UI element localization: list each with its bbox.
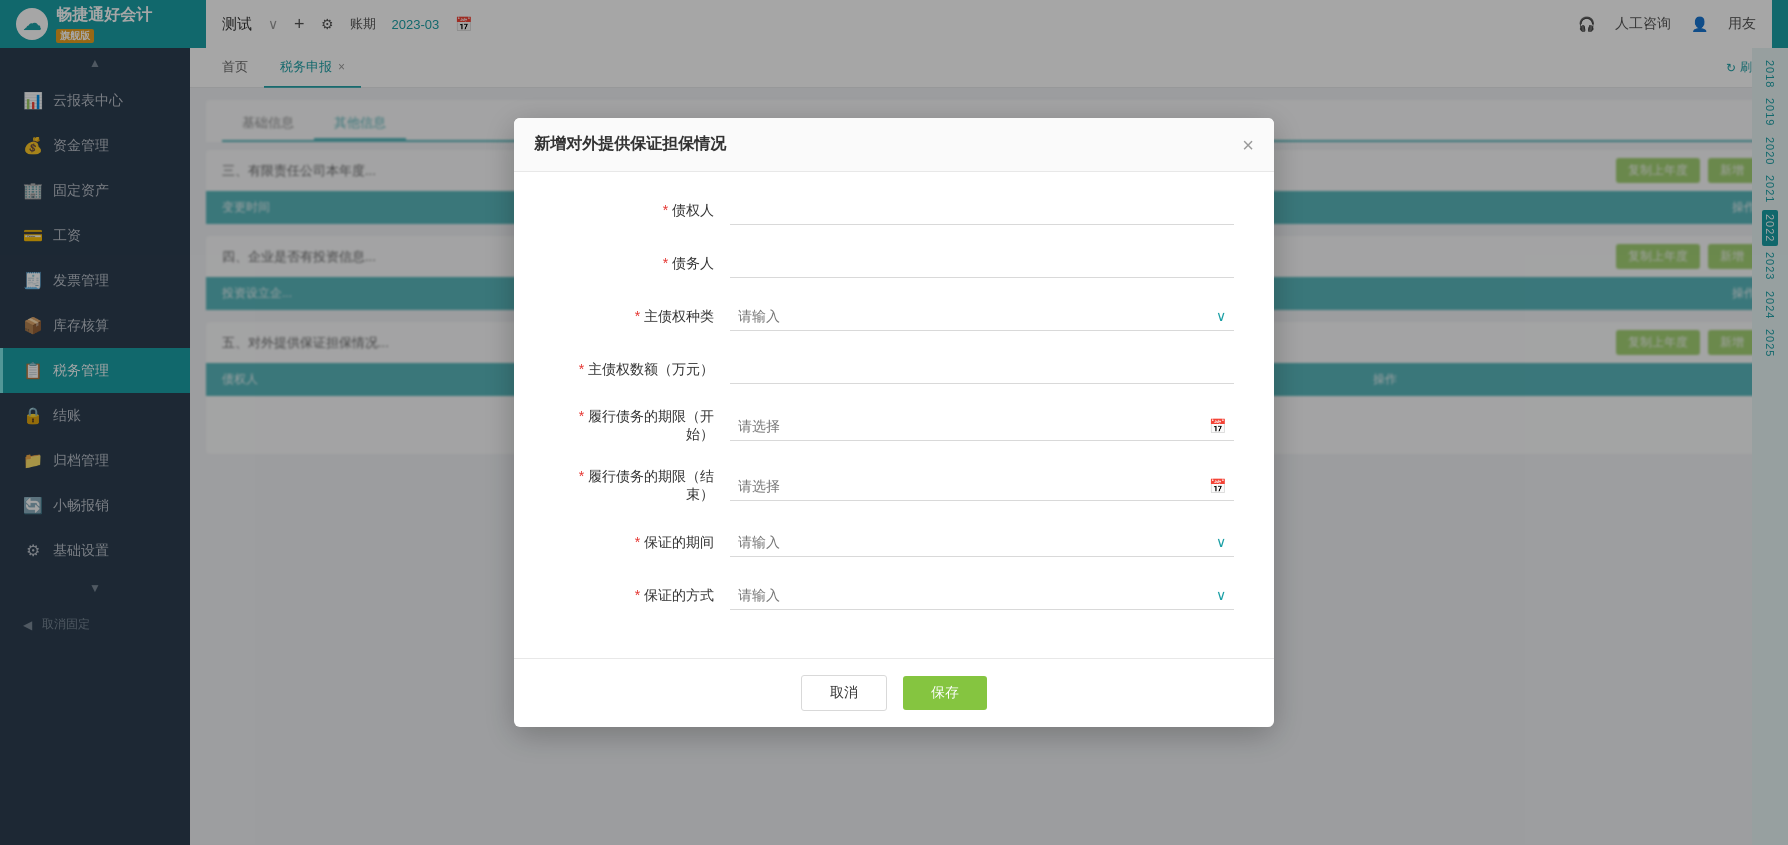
period-end-input[interactable] <box>738 478 1209 494</box>
guarantee-period-select[interactable]: ∨ <box>730 528 1234 557</box>
guarantee-method-select[interactable]: ∨ <box>730 581 1234 610</box>
modal-overlay: 新增对外提供保证担保情况 × * 债权人 * 债务人 <box>0 0 1788 845</box>
debt-type-input[interactable] <box>738 308 1216 324</box>
modal-footer: 取消 保存 <box>514 658 1274 727</box>
modal-body: * 债权人 * 债务人 * 主债权种类 <box>514 172 1274 658</box>
form-row-creditor: * 债权人 <box>554 196 1234 225</box>
form-row-debtor: * 债务人 <box>554 249 1234 278</box>
guarantee-method-input[interactable] <box>738 587 1216 603</box>
debt-type-required-star: * <box>635 308 640 324</box>
debt-type-label: * 主债权种类 <box>554 308 714 326</box>
modal-title: 新增对外提供保证担保情况 <box>534 134 726 155</box>
debt-amount-required-star: * <box>579 361 584 377</box>
guarantee-period-label: * 保证的期间 <box>554 534 714 552</box>
guarantee-period-input[interactable] <box>738 534 1216 550</box>
period-start-label: * 履行债务的期限（开始） <box>554 408 714 444</box>
period-start-calendar-icon: 📅 <box>1209 418 1226 434</box>
guarantee-period-arrow-icon: ∨ <box>1216 534 1226 550</box>
debt-amount-input[interactable] <box>730 355 1234 384</box>
period-end-date[interactable]: 📅 <box>730 472 1234 501</box>
period-end-calendar-icon: 📅 <box>1209 478 1226 494</box>
creditor-required-star: * <box>663 202 668 218</box>
form-row-period-start: * 履行债务的期限（开始） 📅 <box>554 408 1234 444</box>
guarantee-method-required-star: * <box>635 587 640 603</box>
creditor-input[interactable] <box>730 196 1234 225</box>
guarantee-period-required-star: * <box>635 534 640 550</box>
save-button[interactable]: 保存 <box>903 676 987 710</box>
period-start-input[interactable] <box>738 418 1209 434</box>
debtor-label: * 债务人 <box>554 255 714 273</box>
guarantee-method-arrow-icon: ∨ <box>1216 587 1226 603</box>
cancel-button[interactable]: 取消 <box>801 675 887 711</box>
creditor-label: * 债权人 <box>554 202 714 220</box>
form-row-period-end: * 履行债务的期限（结束） 📅 <box>554 468 1234 504</box>
guarantee-method-label: * 保证的方式 <box>554 587 714 605</box>
form-row-debt-amount: * 主债权数额（万元） <box>554 355 1234 384</box>
modal-header: 新增对外提供保证担保情况 × <box>514 118 1274 172</box>
debtor-required-star: * <box>663 255 668 271</box>
period-start-date[interactable]: 📅 <box>730 412 1234 441</box>
form-row-guarantee-period: * 保证的期间 ∨ <box>554 528 1234 557</box>
form-row-debt-type: * 主债权种类 ∨ <box>554 302 1234 331</box>
modal-close-button[interactable]: × <box>1242 135 1254 155</box>
debt-type-select[interactable]: ∨ <box>730 302 1234 331</box>
period-end-required-star: * <box>579 468 584 484</box>
debt-type-arrow-icon: ∨ <box>1216 308 1226 324</box>
period-end-label: * 履行债务的期限（结束） <box>554 468 714 504</box>
debt-amount-label: * 主债权数额（万元） <box>554 361 714 379</box>
modal-dialog: 新增对外提供保证担保情况 × * 债权人 * 债务人 <box>514 118 1274 727</box>
period-start-required-star: * <box>579 408 584 424</box>
debtor-input[interactable] <box>730 249 1234 278</box>
form-row-guarantee-method: * 保证的方式 ∨ <box>554 581 1234 610</box>
